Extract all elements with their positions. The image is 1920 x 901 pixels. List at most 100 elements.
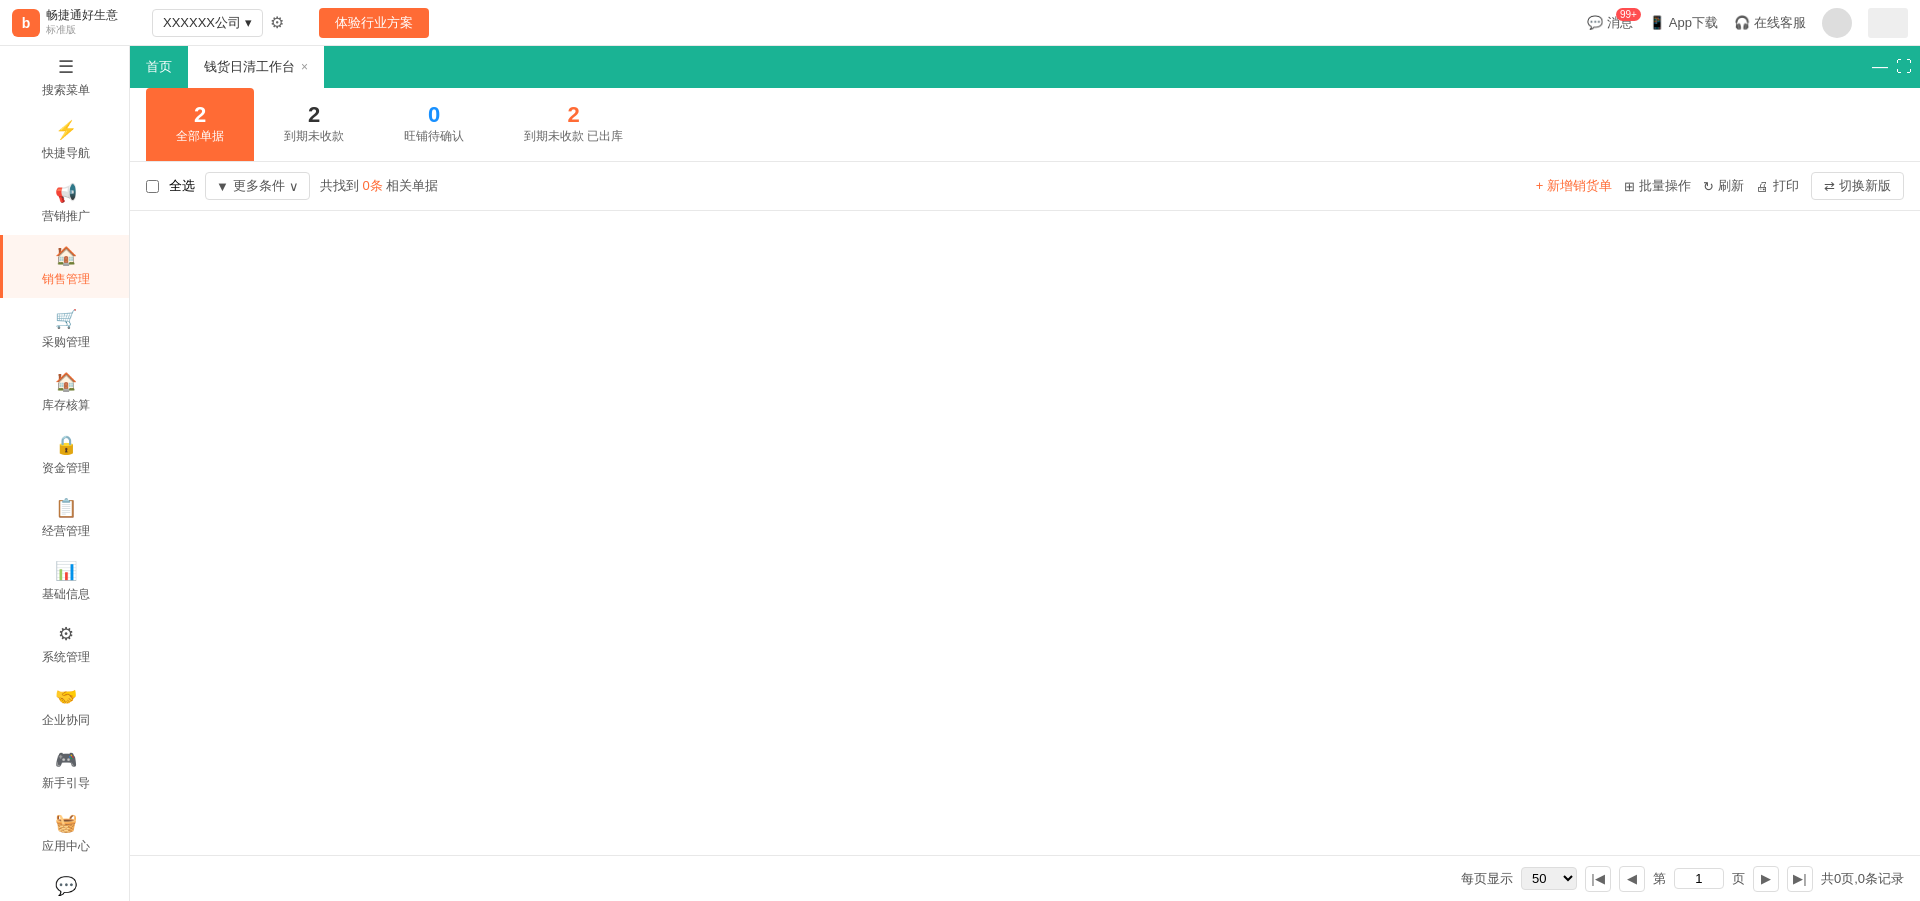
logo-text: 畅捷通好生意 — [46, 8, 118, 24]
label-overdue: 到期未收款 — [284, 128, 344, 145]
status-card-pending[interactable]: 0 旺铺待确认 — [374, 88, 494, 161]
found-count: 0条 — [363, 178, 383, 193]
page-content: 2 全部单据 2 到期未收款 0 旺铺待确认 2 到期未收款 已出库 — [130, 88, 1920, 901]
tab-close-icon[interactable]: × — [301, 60, 308, 74]
settings-icon[interactable]: ⚙ — [263, 9, 291, 37]
message-action[interactable]: 💬 消息 99+ — [1587, 14, 1633, 32]
sidebar-label-marketing: 营销推广 — [42, 208, 90, 225]
system-icon: ⚙ — [58, 623, 74, 645]
filter-label: 更多条件 — [233, 177, 285, 195]
app-download-label: App下载 — [1669, 14, 1718, 32]
sidebar-item-finance[interactable]: 🔒 资金管理 — [0, 424, 129, 487]
filter-icon: ▼ — [216, 179, 229, 194]
experience-button[interactable]: 体验行业方案 — [319, 8, 429, 38]
sidebar-item-base-info[interactable]: 📊 基础信息 — [0, 550, 129, 613]
tab-maximize-button[interactable]: ⛶ — [1896, 58, 1912, 76]
search-menu-icon: ☰ — [58, 56, 74, 78]
sidebar-label-system: 系统管理 — [42, 649, 90, 666]
sidebar-item-inventory[interactable]: 🏠 库存核算 — [0, 361, 129, 424]
count-pending: 0 — [404, 102, 464, 128]
finance-icon: 🔒 — [55, 434, 77, 456]
sidebar-item-quick-nav[interactable]: ⚡ 快捷导航 — [0, 109, 129, 172]
purchase-icon: 🛒 — [55, 308, 77, 330]
top-header: b 畅捷通好生意 标准版 XXXXXX公司 ▾ ⚙ 体验行业方案 💬 消息 99… — [0, 0, 1920, 46]
label-all: 全部单据 — [176, 128, 224, 145]
toolbar-right: + 新增销货单 ⊞ 批量操作 ↻ 刷新 🖨 打印 ⇄ — [1536, 172, 1904, 200]
status-cards: 2 全部单据 2 到期未收款 0 旺铺待确认 2 到期未收款 已出库 — [130, 88, 1920, 162]
sidebar-item-sales[interactable]: 🏠 销售管理 — [0, 235, 129, 298]
sidebar-item-enterprise[interactable]: 🤝 企业协同 — [0, 676, 129, 739]
status-card-overdue[interactable]: 2 到期未收款 — [254, 88, 374, 161]
tab-bar-actions: — ⛶ — [1872, 58, 1920, 76]
print-icon: 🖨 — [1756, 179, 1769, 194]
logo-icon: b — [12, 9, 40, 37]
count-overdue: 2 — [284, 102, 344, 128]
operation-icon: 📋 — [55, 497, 77, 519]
pagination: 每页显示 50 20 100 |◀ ◀ 第 页 ▶ ▶| 共0页,0条记录 — [130, 855, 1920, 901]
sidebar-item-app-center[interactable]: 🧺 应用中心 — [0, 802, 129, 865]
sidebar-item-search-menu[interactable]: ☰ 搜索菜单 — [0, 46, 129, 109]
user-name-area — [1868, 8, 1908, 38]
last-page-button[interactable]: ▶| — [1787, 866, 1813, 892]
sidebar-item-operation[interactable]: 📋 经营管理 — [0, 487, 129, 550]
tab-active[interactable]: 钱货日清工作台 × — [188, 46, 324, 88]
batch-operation-button[interactable]: ⊞ 批量操作 — [1624, 177, 1691, 195]
refresh-icon: ↻ — [1703, 179, 1714, 194]
status-card-all[interactable]: 2 全部单据 — [146, 88, 254, 161]
filter-button[interactable]: ▼ 更多条件 ∨ — [205, 172, 310, 200]
status-card-out[interactable]: 2 到期未收款 已出库 — [494, 88, 653, 161]
sidebar-item-system[interactable]: ⚙ 系统管理 — [0, 613, 129, 676]
label-pending: 旺铺待确认 — [404, 128, 464, 145]
first-page-button[interactable]: |◀ — [1585, 866, 1611, 892]
base-info-icon: 📊 — [55, 560, 77, 582]
sidebar-label-enterprise: 企业协同 — [42, 712, 90, 729]
marketing-icon: 📢 — [55, 182, 77, 204]
company-selector[interactable]: XXXXXX公司 ▾ — [152, 9, 263, 37]
sidebar-item-purchase[interactable]: 🛒 采购管理 — [0, 298, 129, 361]
sidebar-label-quick-nav: 快捷导航 — [42, 145, 90, 162]
table-area — [130, 211, 1920, 855]
batch-icon: ⊞ — [1624, 179, 1635, 194]
sales-icon: 🏠 — [55, 245, 77, 267]
print-button[interactable]: 🖨 打印 — [1756, 177, 1799, 195]
header-center: 体验行业方案 — [299, 8, 1587, 38]
tab-minimize-button[interactable]: — — [1872, 58, 1888, 76]
toolbar: 全选 ▼ 更多条件 ∨ 共找到 0条 相关单据 + 新增销货单 ⊞ — [130, 162, 1920, 211]
select-all-checkbox[interactable] — [146, 180, 159, 193]
service-icon: 🎧 — [1734, 15, 1750, 30]
app-download-action[interactable]: 📱 App下载 — [1649, 14, 1718, 32]
filter-chevron-icon: ∨ — [289, 179, 299, 194]
switch-version-button[interactable]: ⇄ 切换新版 — [1811, 172, 1904, 200]
sidebar-label-operation: 经营管理 — [42, 523, 90, 540]
sidebar-item-marketing[interactable]: 📢 营销推广 — [0, 172, 129, 235]
logo-sub: 标准版 — [46, 23, 118, 37]
online-service-action[interactable]: 🎧 在线客服 — [1734, 14, 1806, 32]
chevron-down-icon: ▾ — [245, 15, 252, 30]
avatar[interactable] — [1822, 8, 1852, 38]
sidebar: ☰ 搜索菜单 ⚡ 快捷导航 📢 营销推广 🏠 销售管理 🛒 采购管理 🏠 库存核… — [0, 46, 130, 901]
page-number-input[interactable] — [1674, 868, 1724, 889]
sidebar-label-purchase: 采购管理 — [42, 334, 90, 351]
online-service-label: 在线客服 — [1754, 14, 1806, 32]
page-label-2: 页 — [1732, 870, 1745, 888]
main-layout: ☰ 搜索菜单 ⚡ 快捷导航 📢 营销推广 🏠 销售管理 🛒 采购管理 🏠 库存核… — [0, 46, 1920, 901]
per-page-select[interactable]: 50 20 100 — [1521, 867, 1577, 890]
page-label: 第 — [1653, 870, 1666, 888]
add-sales-order-button[interactable]: + 新增销货单 — [1536, 177, 1612, 195]
sidebar-item-weixin[interactable]: 💬 企业微信 — [0, 865, 129, 901]
refresh-button[interactable]: ↻ 刷新 — [1703, 177, 1744, 195]
message-icon: 💬 — [1587, 15, 1603, 30]
quick-nav-icon: ⚡ — [55, 119, 77, 141]
sidebar-label-guide: 新手引导 — [42, 775, 90, 792]
inventory-icon: 🏠 — [55, 371, 77, 393]
sidebar-item-guide[interactable]: 🎮 新手引导 — [0, 739, 129, 802]
sidebar-label-sales: 销售管理 — [42, 271, 90, 288]
toolbar-left: 全选 ▼ 更多条件 ∨ 共找到 0条 相关单据 — [146, 172, 1524, 200]
select-all-label: 全选 — [169, 177, 195, 195]
sidebar-label-search-menu: 搜索菜单 — [42, 82, 90, 99]
message-badge: 99+ — [1616, 8, 1641, 21]
next-page-button[interactable]: ▶ — [1753, 866, 1779, 892]
per-page-label: 每页显示 — [1461, 870, 1513, 888]
prev-page-button[interactable]: ◀ — [1619, 866, 1645, 892]
tab-home[interactable]: 首页 — [130, 46, 188, 88]
